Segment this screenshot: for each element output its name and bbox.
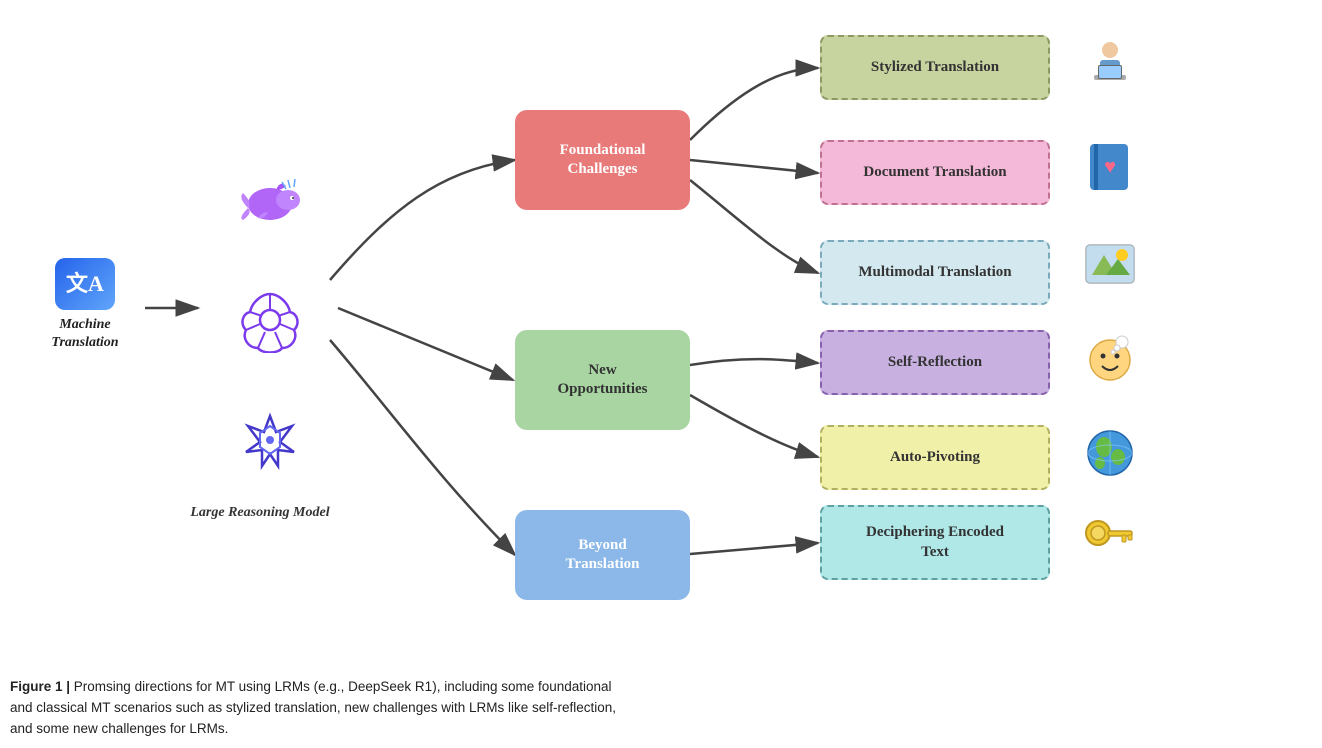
mt-icon-text: 文A: [66, 270, 104, 299]
openai-icon: [235, 285, 305, 355]
key-icon: [1082, 506, 1137, 561]
whale-icon: [235, 165, 305, 235]
selfreflection-label: Self-Reflection: [888, 353, 982, 373]
lrm-area: [205, 140, 335, 500]
book-icon: ♥: [1082, 140, 1137, 195]
foundational-label: Foundational Challenges: [560, 141, 646, 180]
foundational-challenges-node: Foundational Challenges: [515, 110, 690, 210]
self-reflection-node: Self-Reflection: [820, 330, 1050, 395]
document-translation-node: Document Translation: [820, 140, 1050, 205]
main-container: 文A Machine Translation: [0, 0, 1322, 748]
machine-translation-node: 文A Machine Translation: [30, 250, 140, 360]
beyond-translation-node: Beyond Translation: [515, 510, 690, 600]
document-label: Document Translation: [863, 163, 1006, 183]
stylized-translation-node: Stylized Translation: [820, 35, 1050, 100]
diagram-area: 文A Machine Translation: [20, 10, 1300, 650]
stylized-label: Stylized Translation: [871, 58, 999, 78]
opportunities-label: New Opportunities: [557, 361, 647, 400]
multimodal-translation-node: Multimodal Translation: [820, 240, 1050, 305]
svg-text:♥: ♥: [1104, 156, 1116, 178]
auto-pivoting-node: Auto-Pivoting: [820, 425, 1050, 490]
autopivoting-label: Auto-Pivoting: [890, 448, 980, 468]
deciphering-label: Deciphering Encoded Text: [866, 523, 1004, 562]
person-icon: [1082, 38, 1137, 93]
face-icon: [1082, 330, 1137, 385]
figure-caption: Figure 1 | Promsing directions for MT us…: [10, 677, 1312, 740]
lrm-label: Large Reasoning Model: [170, 505, 350, 521]
globe-icon: [1082, 425, 1137, 480]
multimodal-label: Multimodal Translation: [858, 263, 1011, 283]
crystal-icon: [235, 405, 305, 475]
beyond-label: Beyond Translation: [566, 536, 640, 575]
deciphering-node: Deciphering Encoded Text: [820, 505, 1050, 580]
new-opportunities-node: New Opportunities: [515, 330, 690, 430]
caption-bold: Figure 1 |: [10, 679, 70, 694]
image-icon: [1082, 238, 1137, 293]
mt-icon: 文A: [55, 258, 115, 310]
mt-label: Machine Translation: [51, 316, 118, 352]
caption-rest: Promsing directions for MT using LRMs (e…: [10, 679, 616, 736]
